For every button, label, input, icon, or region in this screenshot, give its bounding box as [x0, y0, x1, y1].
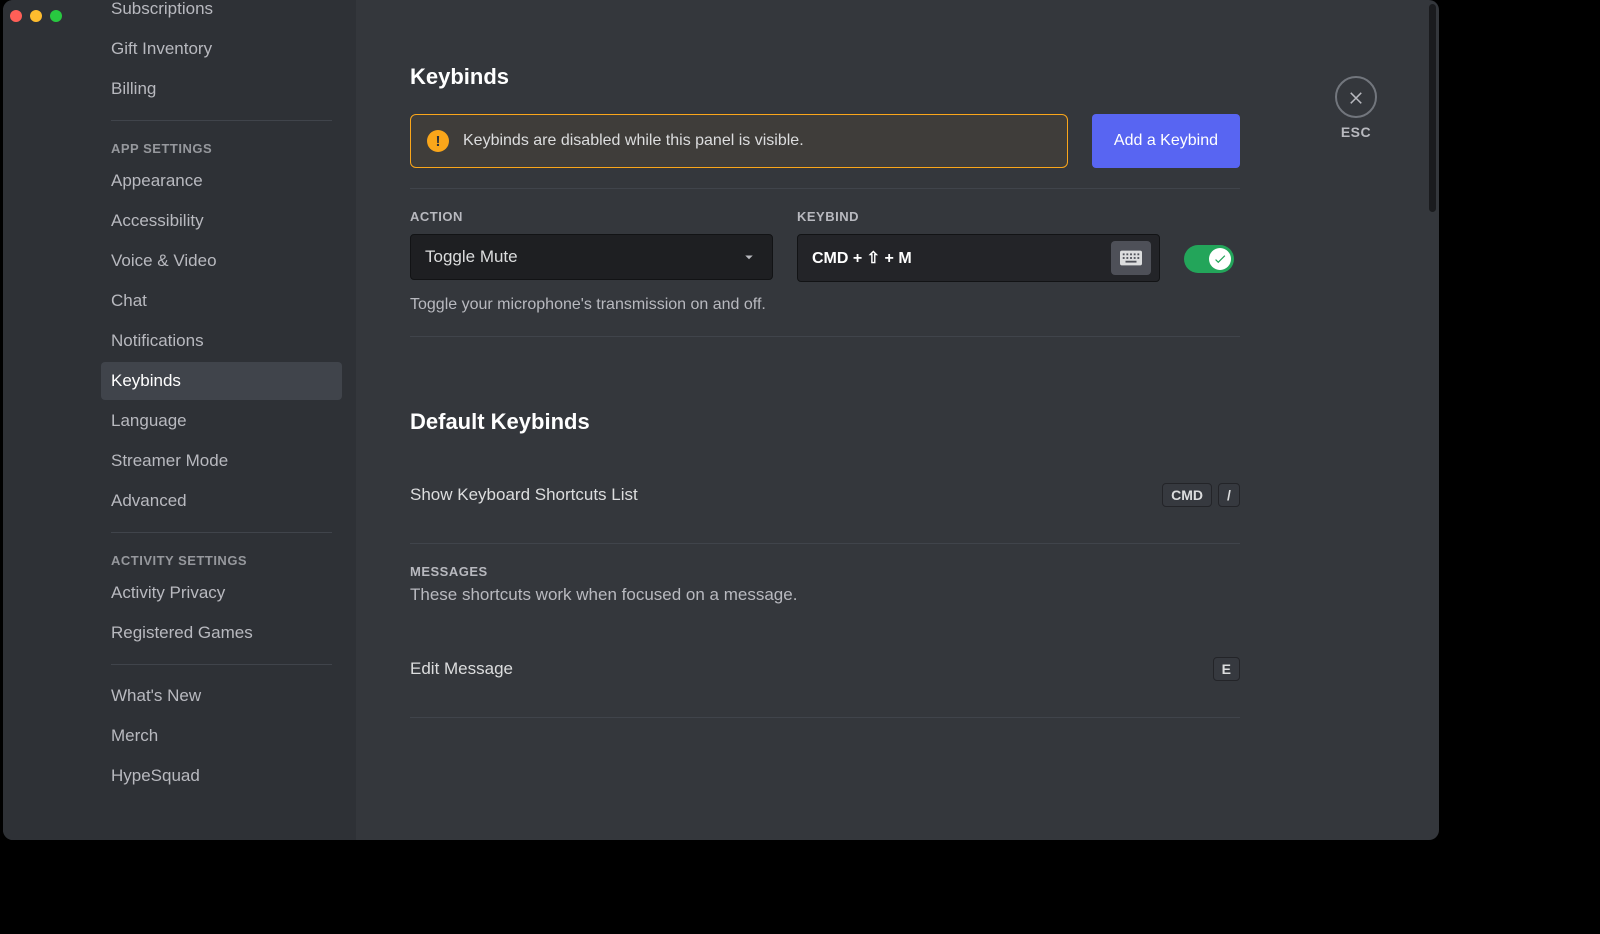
page-title: Keybinds	[410, 64, 1240, 90]
keybind-value: CMD + ⇧ + M	[812, 248, 912, 268]
add-keybind-button[interactable]: Add a Keybind	[1092, 114, 1240, 168]
warning-banner: ! Keybinds are disabled while this panel…	[410, 114, 1068, 168]
keybind-description: Toggle your microphone's transmission on…	[410, 296, 1240, 314]
close-icon	[1347, 88, 1365, 106]
warning-text: Keybinds are disabled while this panel i…	[463, 132, 804, 150]
divider	[410, 336, 1240, 337]
window-traffic-lights[interactable]	[10, 10, 62, 22]
sidebar-item-chat[interactable]: Chat	[101, 282, 342, 320]
sidebar-item-hypesquad[interactable]: HypeSquad	[101, 757, 342, 795]
sidebar-item-gift-inventory[interactable]: Gift Inventory	[101, 30, 342, 68]
divider	[410, 543, 1240, 544]
sidebar-item-registered-games[interactable]: Registered Games	[101, 614, 342, 652]
keyboard-icon	[1120, 250, 1142, 266]
shortcut-keys: E	[1213, 657, 1240, 681]
default-keybinds-title: Default Keybinds	[410, 409, 1240, 435]
warning-icon: !	[427, 130, 449, 152]
keybind-label: KEYBIND	[797, 209, 1160, 224]
toggle-knob	[1209, 248, 1231, 270]
action-select[interactable]: Toggle Mute	[410, 234, 773, 280]
minimize-window-dot[interactable]	[30, 10, 42, 22]
check-icon	[1213, 252, 1227, 266]
sidebar-item-voice-video[interactable]: Voice & Video	[101, 242, 342, 280]
settings-window: Subscriptions Gift Inventory Billing APP…	[3, 0, 1439, 840]
sidebar-header-app-settings: APP SETTINGS	[101, 133, 342, 162]
sidebar-item-merch[interactable]: Merch	[101, 717, 342, 755]
close-label: ESC	[1335, 124, 1377, 140]
sidebar-item-subscriptions[interactable]: Subscriptions	[101, 0, 342, 28]
close-button[interactable]	[1335, 76, 1377, 118]
settings-main: ESC Keybinds ! Keybinds are disabled whi…	[356, 0, 1439, 840]
close-window-dot[interactable]	[10, 10, 22, 22]
shortcut-label: Show Keyboard Shortcuts List	[410, 485, 638, 505]
sidebar-item-activity-privacy[interactable]: Activity Privacy	[101, 574, 342, 612]
keycap: /	[1218, 483, 1240, 507]
sidebar-item-notifications[interactable]: Notifications	[101, 322, 342, 360]
settings-sidebar: Subscriptions Gift Inventory Billing APP…	[3, 0, 356, 840]
sidebar-divider	[111, 532, 332, 533]
close-settings-group: ESC	[1335, 76, 1377, 140]
record-keybind-button[interactable]	[1111, 241, 1151, 275]
action-select-value: Toggle Mute	[425, 247, 518, 267]
sidebar-item-accessibility[interactable]: Accessibility	[101, 202, 342, 240]
scrollbar[interactable]	[1429, 4, 1436, 212]
action-label: ACTION	[410, 209, 773, 224]
messages-subheader: MESSAGES	[410, 564, 1240, 579]
sidebar-item-whats-new[interactable]: What's New	[101, 677, 342, 715]
sidebar-divider	[111, 664, 332, 665]
sidebar-item-billing[interactable]: Billing	[101, 70, 342, 108]
shortcut-label: Edit Message	[410, 659, 513, 679]
chevron-down-icon	[740, 248, 758, 266]
keybind-input[interactable]: CMD + ⇧ + M	[797, 234, 1160, 282]
keycap: E	[1213, 657, 1240, 681]
keycap: CMD	[1162, 483, 1212, 507]
sidebar-item-streamer-mode[interactable]: Streamer Mode	[101, 442, 342, 480]
sidebar-item-advanced[interactable]: Advanced	[101, 482, 342, 520]
maximize-window-dot[interactable]	[50, 10, 62, 22]
sidebar-header-activity-settings: ACTIVITY SETTINGS	[101, 545, 342, 574]
messages-subdesc: These shortcuts work when focused on a m…	[410, 585, 1240, 605]
shortcut-keys: CMD /	[1162, 483, 1240, 507]
divider	[410, 717, 1240, 718]
divider	[410, 188, 1240, 189]
sidebar-divider	[111, 120, 332, 121]
sidebar-item-keybinds[interactable]: Keybinds	[101, 362, 342, 400]
sidebar-item-language[interactable]: Language	[101, 402, 342, 440]
keybind-enable-toggle[interactable]	[1184, 245, 1234, 273]
sidebar-item-appearance[interactable]: Appearance	[101, 162, 342, 200]
